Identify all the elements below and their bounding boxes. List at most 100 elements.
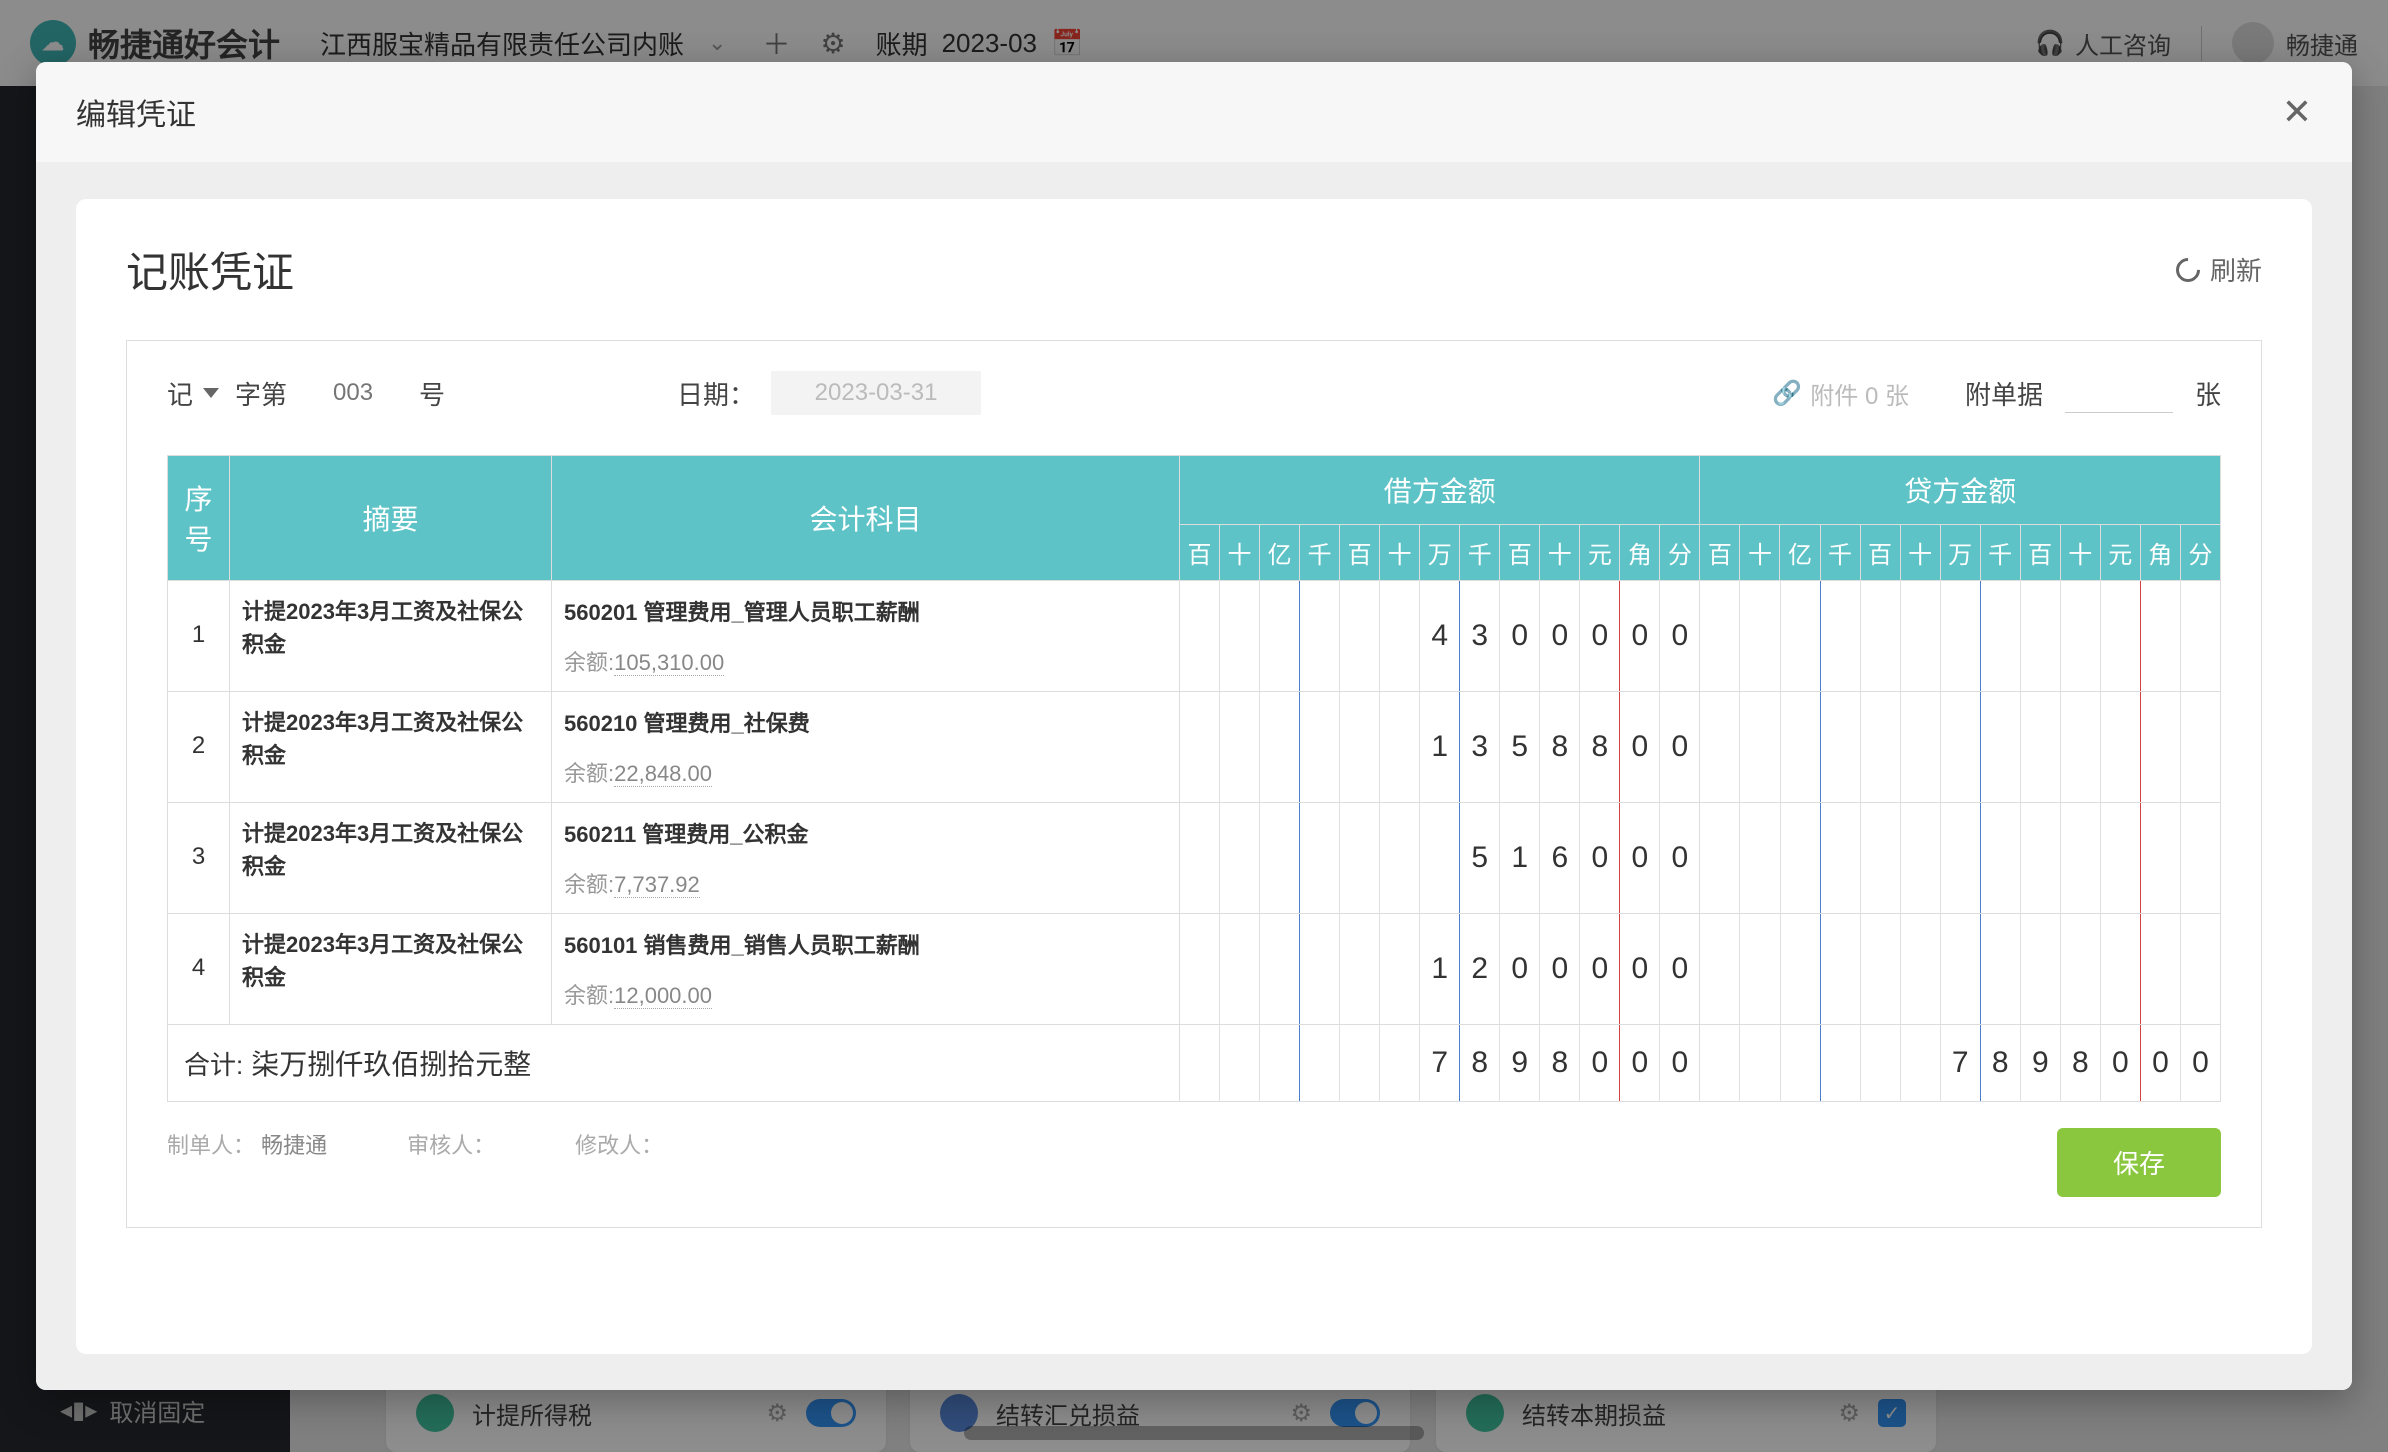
- digit-cell[interactable]: [1781, 803, 1821, 913]
- digit-cell[interactable]: [1740, 803, 1780, 913]
- digit-cell[interactable]: [1941, 914, 1981, 1024]
- digit-cell[interactable]: [1821, 692, 1861, 802]
- digit-cell[interactable]: 7: [1420, 1025, 1460, 1101]
- digit-cell[interactable]: [1300, 1025, 1340, 1101]
- digit-cell[interactable]: 0: [2101, 1025, 2141, 1101]
- digit-cell[interactable]: 9: [2021, 1025, 2061, 1101]
- digit-cell[interactable]: [1861, 914, 1901, 1024]
- digit-cell[interactable]: 0: [1580, 581, 1620, 691]
- refresh-button[interactable]: 刷新: [2176, 251, 2262, 288]
- digit-cell[interactable]: 7: [1941, 1025, 1981, 1101]
- digit-cell[interactable]: 1: [1420, 914, 1460, 1024]
- digit-cell[interactable]: [1220, 803, 1260, 913]
- digit-cell[interactable]: [1300, 581, 1340, 691]
- subject-cell[interactable]: 560201 管理费用_管理人员职工薪酬余额:105,310.00: [552, 581, 1180, 692]
- digit-cell[interactable]: 0: [1620, 692, 1660, 802]
- summary-cell[interactable]: 计提2023年3月工资及社保公积金: [230, 692, 552, 803]
- digit-cell[interactable]: [1380, 581, 1420, 691]
- subject-cell[interactable]: 560210 管理费用_社保费余额:22,848.00: [552, 692, 1180, 803]
- digit-cell[interactable]: [1861, 692, 1901, 802]
- digit-cell[interactable]: 0: [1620, 581, 1660, 691]
- voucher-number-input[interactable]: [303, 371, 403, 415]
- digit-cell[interactable]: [1781, 914, 1821, 1024]
- digit-cell[interactable]: [2181, 692, 2220, 802]
- digit-cell[interactable]: [1901, 803, 1941, 913]
- attachment-link[interactable]: 🔗 附件 0 张: [1772, 376, 1909, 411]
- digit-cell[interactable]: [1941, 581, 1981, 691]
- digit-cell[interactable]: [1180, 692, 1220, 802]
- digit-cell[interactable]: 0: [1660, 914, 1699, 1024]
- digit-cell[interactable]: [1781, 692, 1821, 802]
- digit-cell[interactable]: 0: [1580, 1025, 1620, 1101]
- digit-cell[interactable]: [1901, 581, 1941, 691]
- digit-cell[interactable]: [2061, 914, 2101, 1024]
- digit-cell[interactable]: [1260, 692, 1300, 802]
- digit-cell[interactable]: 0: [1580, 914, 1620, 1024]
- digit-cell[interactable]: 1: [1420, 692, 1460, 802]
- digit-cell[interactable]: [1220, 692, 1260, 802]
- digit-cell[interactable]: [2021, 914, 2061, 1024]
- digit-cell[interactable]: [1740, 914, 1780, 1024]
- voucher-type-select[interactable]: 记: [167, 375, 219, 412]
- digit-cell[interactable]: [2021, 692, 2061, 802]
- digit-cell[interactable]: [1901, 1025, 1941, 1101]
- digit-cell[interactable]: [2021, 803, 2061, 913]
- digit-cell[interactable]: 0: [1500, 914, 1540, 1024]
- digit-cell[interactable]: [1180, 581, 1220, 691]
- digit-cell[interactable]: [1700, 692, 1740, 802]
- digit-cell[interactable]: 1: [1500, 803, 1540, 913]
- digit-cell[interactable]: 0: [1620, 803, 1660, 913]
- digit-cell[interactable]: [1901, 914, 1941, 1024]
- summary-cell[interactable]: 计提2023年3月工资及社保公积金: [230, 581, 552, 692]
- digit-cell[interactable]: 2: [1460, 914, 1500, 1024]
- digit-cell[interactable]: [1981, 914, 2021, 1024]
- digit-cell[interactable]: [2061, 581, 2101, 691]
- date-input[interactable]: 2023-03-31: [771, 371, 981, 415]
- digit-cell[interactable]: [1981, 803, 2021, 913]
- digit-cell[interactable]: 5: [1500, 692, 1540, 802]
- digit-cell[interactable]: 8: [1981, 1025, 2021, 1101]
- digit-cell[interactable]: [1300, 692, 1340, 802]
- digit-cell[interactable]: [1821, 581, 1861, 691]
- digit-cell[interactable]: [1260, 581, 1300, 691]
- digit-cell[interactable]: [2141, 581, 2181, 691]
- digit-cell[interactable]: 0: [1580, 803, 1620, 913]
- digit-cell[interactable]: 0: [2181, 1025, 2220, 1101]
- digit-cell[interactable]: [2141, 914, 2181, 1024]
- digit-cell[interactable]: 9: [1500, 1025, 1540, 1101]
- digit-cell[interactable]: [1981, 692, 2021, 802]
- digit-cell[interactable]: 8: [1580, 692, 1620, 802]
- digit-cell[interactable]: [2061, 803, 2101, 913]
- summary-cell[interactable]: 计提2023年3月工资及社保公积金: [230, 803, 552, 914]
- digit-cell[interactable]: [1700, 581, 1740, 691]
- digit-cell[interactable]: [1300, 803, 1340, 913]
- digit-cell[interactable]: [1740, 692, 1780, 802]
- digit-cell[interactable]: [1180, 1025, 1220, 1101]
- scrollbar[interactable]: [964, 1426, 1424, 1440]
- close-icon[interactable]: ✕: [2282, 94, 2312, 130]
- digit-cell[interactable]: 0: [1620, 914, 1660, 1024]
- digit-cell[interactable]: [2101, 803, 2141, 913]
- digit-cell[interactable]: [1700, 803, 1740, 913]
- digit-cell[interactable]: [1740, 1025, 1780, 1101]
- digit-cell[interactable]: [1861, 1025, 1901, 1101]
- digit-cell[interactable]: 0: [1660, 1025, 1699, 1101]
- digit-cell[interactable]: [2021, 581, 2061, 691]
- digit-cell[interactable]: [1380, 692, 1420, 802]
- digit-cell[interactable]: [1340, 581, 1380, 691]
- digit-cell[interactable]: [2181, 803, 2220, 913]
- digit-cell[interactable]: [1700, 914, 1740, 1024]
- digit-cell[interactable]: [1981, 581, 2021, 691]
- digit-cell[interactable]: [2141, 692, 2181, 802]
- subject-cell[interactable]: 560211 管理费用_公积金余额:7,737.92: [552, 803, 1180, 914]
- digit-cell[interactable]: [1420, 803, 1460, 913]
- digit-cell[interactable]: [1340, 1025, 1380, 1101]
- digit-cell[interactable]: [1861, 803, 1901, 913]
- digit-cell[interactable]: 6: [1540, 803, 1580, 913]
- digit-cell[interactable]: [1821, 1025, 1861, 1101]
- digit-cell[interactable]: 0: [1660, 581, 1699, 691]
- digit-cell[interactable]: [2181, 581, 2220, 691]
- digit-cell[interactable]: [1340, 803, 1380, 913]
- digit-cell[interactable]: [1180, 803, 1220, 913]
- digit-cell[interactable]: 0: [1540, 914, 1580, 1024]
